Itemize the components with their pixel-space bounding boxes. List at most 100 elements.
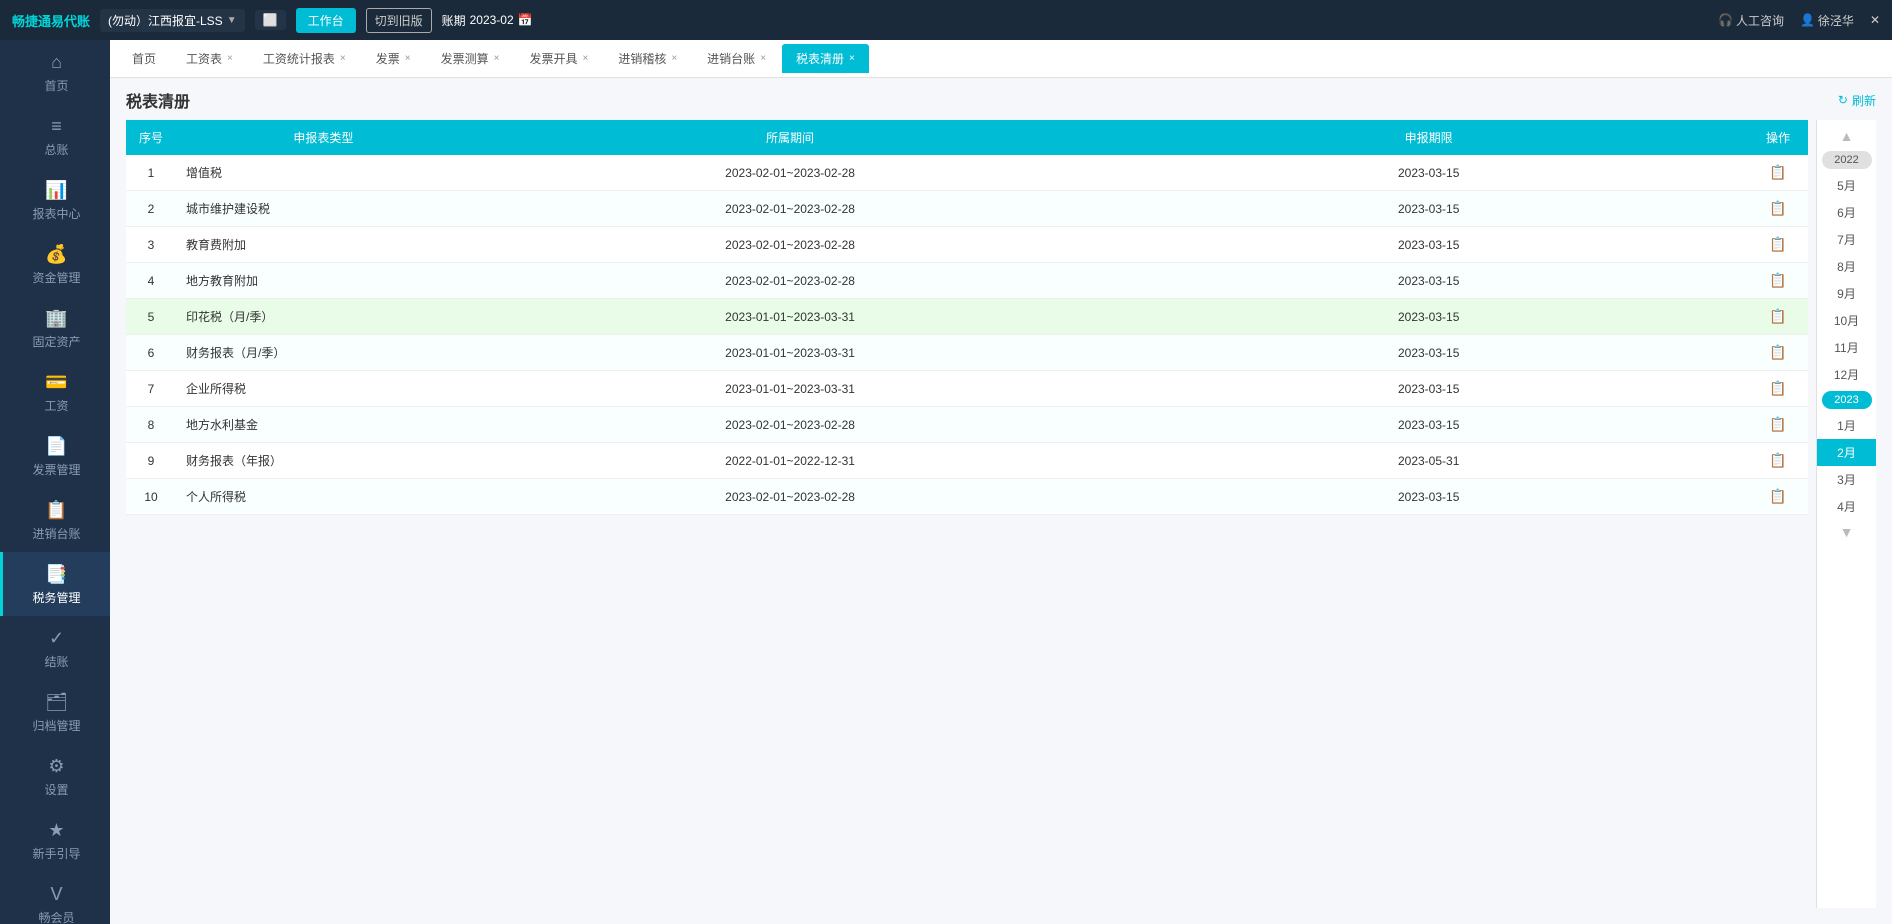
cell-deadline: 2023-03-15 bbox=[1109, 407, 1748, 443]
date-month-6[interactable]: 6月 bbox=[1817, 199, 1876, 226]
dropdown-arrow-icon: ▼ bbox=[227, 15, 237, 26]
tab-salary-report[interactable]: 工资统计报表 × bbox=[249, 44, 360, 73]
action-icon[interactable]: 📋 bbox=[1769, 200, 1786, 216]
cell-action[interactable]: 📋 bbox=[1748, 155, 1808, 191]
cell-action[interactable]: 📋 bbox=[1748, 263, 1808, 299]
workbench-button[interactable]: 工作台 bbox=[296, 8, 356, 33]
sidebar-item-close[interactable]: ✓ 结账 bbox=[0, 616, 110, 680]
cell-seq: 4 bbox=[126, 263, 176, 299]
date-month-9[interactable]: 9月 bbox=[1817, 280, 1876, 307]
sidebar-label-close: 结账 bbox=[44, 653, 68, 670]
th-deadline: 申报期限 bbox=[1109, 120, 1748, 155]
sidebar-item-tax[interactable]: 📑 税务管理 bbox=[0, 552, 110, 616]
action-icon[interactable]: 📋 bbox=[1769, 164, 1786, 180]
user-menu[interactable]: 👤 徐泾华 bbox=[1800, 12, 1854, 29]
sidebar-item-home[interactable]: ⌂ 首页 bbox=[0, 40, 110, 104]
close-window-button[interactable]: ✕ bbox=[1870, 13, 1880, 27]
tab-close-sales-audit[interactable]: × bbox=[671, 53, 677, 64]
tab-invoice-issue[interactable]: 发票开具 × bbox=[515, 44, 602, 73]
ai-consult-button[interactable]: 🎧 人工咨询 bbox=[1718, 12, 1784, 29]
date-month-3[interactable]: 3月 bbox=[1817, 466, 1876, 493]
table-wrapper: 序号 申报表类型 所属期间 申报期限 操作 1 增值税 2023-02-01~2… bbox=[110, 120, 1892, 924]
action-icon[interactable]: 📋 bbox=[1769, 236, 1786, 252]
date-month-7[interactable]: 7月 bbox=[1817, 226, 1876, 253]
app-logo: 畅捷通易代账 bbox=[12, 11, 90, 30]
tab-close-invoice-calc[interactable]: × bbox=[494, 53, 500, 64]
action-icon[interactable]: 📋 bbox=[1769, 344, 1786, 360]
tab-tax-list[interactable]: 税表清册 × bbox=[782, 44, 869, 73]
cell-action[interactable]: 📋 bbox=[1748, 443, 1808, 479]
sidebar-label-archive: 归档管理 bbox=[32, 717, 80, 734]
table-row: 3 教育费附加 2023-02-01~2023-02-28 2023-03-15… bbox=[126, 227, 1808, 263]
switch-button[interactable]: 切到旧版 bbox=[366, 8, 432, 33]
funds-icon: 💰 bbox=[45, 244, 67, 265]
action-icon[interactable]: 📋 bbox=[1769, 416, 1786, 432]
date-month-1[interactable]: 1月 bbox=[1817, 412, 1876, 439]
cell-action[interactable]: 📋 bbox=[1748, 299, 1808, 335]
date-month-10[interactable]: 10月 bbox=[1817, 307, 1876, 334]
copy-button[interactable]: ⬜ bbox=[255, 10, 286, 30]
action-icon[interactable]: 📋 bbox=[1769, 272, 1786, 288]
sidebar-item-sales[interactable]: 📋 进销台账 bbox=[0, 488, 110, 552]
sidebar-label-member: 畅会员 bbox=[38, 909, 74, 924]
action-icon[interactable]: 📋 bbox=[1769, 488, 1786, 504]
cell-action[interactable]: 📋 bbox=[1748, 371, 1808, 407]
company-selector[interactable]: (勿动）江西报宜-LSS ▼ bbox=[100, 9, 245, 32]
cell-type: 企业所得税 bbox=[176, 371, 471, 407]
date-month-8[interactable]: 8月 bbox=[1817, 253, 1876, 280]
refresh-button[interactable]: ↻ 刷新 bbox=[1838, 92, 1876, 109]
tab-close-tax-list[interactable]: × bbox=[849, 53, 855, 64]
tab-close-salary[interactable]: × bbox=[227, 53, 233, 64]
close-icon: ✓ bbox=[49, 628, 64, 649]
sidebar-item-assets[interactable]: 🏢 固定资产 bbox=[0, 296, 110, 360]
tab-salary[interactable]: 工资表 × bbox=[172, 44, 247, 73]
cell-seq: 5 bbox=[126, 299, 176, 335]
tab-sales-audit[interactable]: 进销稽核 × bbox=[604, 44, 691, 73]
sidebar-item-reports[interactable]: 📊 报表中心 bbox=[0, 168, 110, 232]
cell-type: 财务报表（年报） bbox=[176, 443, 471, 479]
cell-action[interactable]: 📋 bbox=[1748, 335, 1808, 371]
date-nav-down[interactable]: ▼ bbox=[1836, 520, 1858, 544]
cell-action[interactable]: 📋 bbox=[1748, 191, 1808, 227]
action-icon[interactable]: 📋 bbox=[1769, 452, 1786, 468]
cell-period: 2023-02-01~2023-02-28 bbox=[471, 263, 1110, 299]
date-month-12[interactable]: 12月 bbox=[1817, 361, 1876, 388]
tab-close-sales-ledger[interactable]: × bbox=[760, 53, 766, 64]
date-month-4[interactable]: 4月 bbox=[1817, 493, 1876, 520]
date-month-2[interactable]: 2月 bbox=[1817, 439, 1876, 466]
sidebar-item-archive[interactable]: 🗂 归档管理 bbox=[0, 680, 110, 744]
calendar-icon[interactable]: 📅 bbox=[518, 13, 533, 27]
topbar-right: 🎧 人工咨询 👤 徐泾华 ✕ bbox=[1718, 12, 1880, 29]
sidebar-item-invoice[interactable]: 📄 发票管理 bbox=[0, 424, 110, 488]
cell-deadline: 2023-03-15 bbox=[1109, 191, 1748, 227]
cell-period: 2023-02-01~2023-02-28 bbox=[471, 227, 1110, 263]
tab-sales-ledger[interactable]: 进销台账 × bbox=[693, 44, 780, 73]
cell-action[interactable]: 📋 bbox=[1748, 479, 1808, 515]
sidebar-label-settings: 设置 bbox=[44, 781, 68, 798]
table-row: 7 企业所得税 2023-01-01~2023-03-31 2023-03-15… bbox=[126, 371, 1808, 407]
cell-action[interactable]: 📋 bbox=[1748, 227, 1808, 263]
date-nav-up[interactable]: ▲ bbox=[1836, 124, 1858, 148]
cell-seq: 3 bbox=[126, 227, 176, 263]
action-icon[interactable]: 📋 bbox=[1769, 308, 1786, 324]
sidebar-item-guide[interactable]: ★ 新手引导 bbox=[0, 808, 110, 872]
tab-close-salary-report[interactable]: × bbox=[340, 53, 346, 64]
date-month-11[interactable]: 11月 bbox=[1817, 334, 1876, 361]
sidebar-item-funds[interactable]: 💰 资金管理 bbox=[0, 232, 110, 296]
sidebar-label-funds: 资金管理 bbox=[32, 269, 80, 286]
cell-action[interactable]: 📋 bbox=[1748, 407, 1808, 443]
tab-home[interactable]: 首页 bbox=[118, 44, 170, 73]
th-seq: 序号 bbox=[126, 120, 176, 155]
date-month-5[interactable]: 5月 bbox=[1817, 172, 1876, 199]
tab-close-invoice[interactable]: × bbox=[405, 53, 411, 64]
sidebar-item-member[interactable]: V 畅会员 bbox=[0, 872, 110, 924]
sidebar-item-salary[interactable]: 💳 工资 bbox=[0, 360, 110, 424]
tab-invoice[interactable]: 发票 × bbox=[362, 44, 425, 73]
date-year-2023[interactable]: 2023 bbox=[1822, 391, 1872, 409]
tab-invoice-calc[interactable]: 发票测算 × bbox=[427, 44, 514, 73]
tab-close-invoice-issue[interactable]: × bbox=[582, 53, 588, 64]
sidebar-item-ledger[interactable]: ≡ 总账 bbox=[0, 104, 110, 168]
date-year-prev[interactable]: 2022 bbox=[1822, 151, 1872, 169]
sidebar-item-settings[interactable]: ⚙ 设置 bbox=[0, 744, 110, 808]
action-icon[interactable]: 📋 bbox=[1769, 380, 1786, 396]
